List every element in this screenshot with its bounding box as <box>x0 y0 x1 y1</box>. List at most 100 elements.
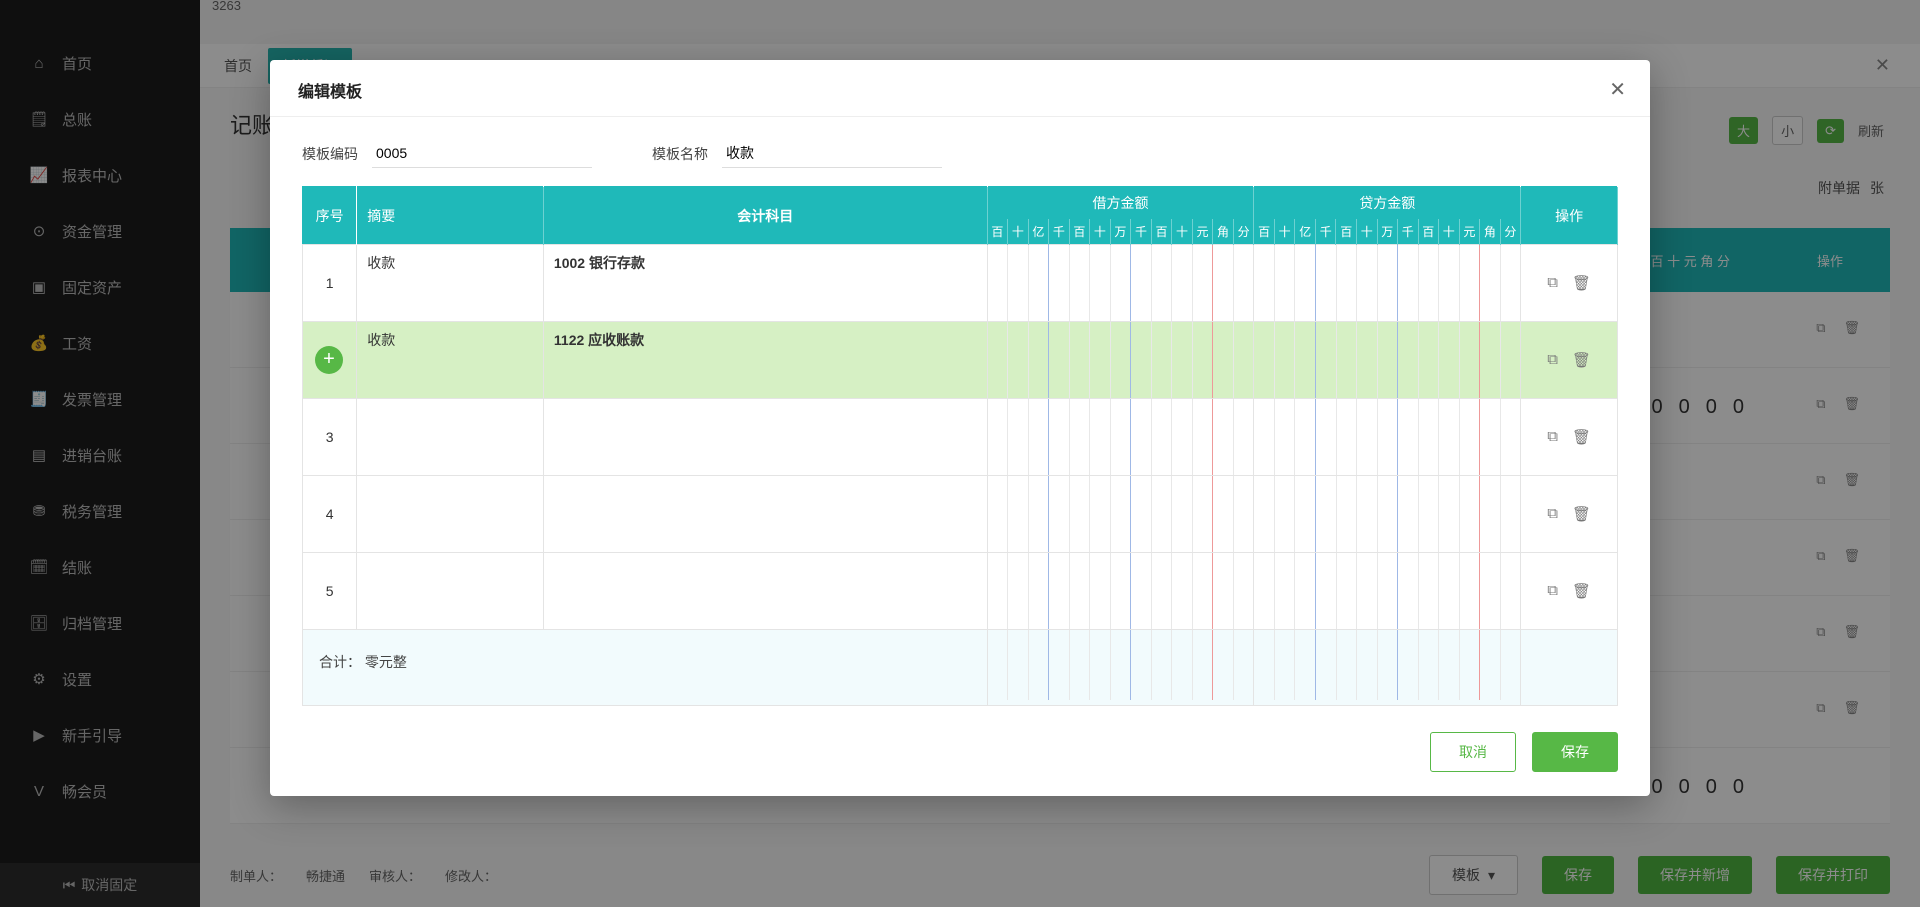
digit-cell[interactable] <box>1460 476 1481 552</box>
digit-cell[interactable] <box>1337 553 1358 629</box>
digit-cell[interactable] <box>1049 553 1070 629</box>
digit-cell[interactable] <box>1275 476 1296 552</box>
digit-cell[interactable] <box>1316 630 1337 700</box>
digit-cell[interactable] <box>1501 630 1521 700</box>
row-credit-amount[interactable] <box>1254 476 1521 553</box>
digit-cell[interactable] <box>1111 245 1132 321</box>
row-summary[interactable]: 收款 <box>357 322 544 399</box>
cancel-button[interactable]: 取消 <box>1430 732 1516 772</box>
digit-cell[interactable] <box>1070 399 1091 475</box>
digit-cell[interactable] <box>1275 553 1296 629</box>
digit-cell[interactable] <box>1090 476 1111 552</box>
digit-cell[interactable] <box>1460 245 1481 321</box>
digit-cell[interactable] <box>1131 553 1152 629</box>
digit-cell[interactable] <box>1316 399 1337 475</box>
digit-cell[interactable] <box>1419 399 1440 475</box>
digit-cell[interactable] <box>1480 399 1501 475</box>
digit-cell[interactable] <box>1460 630 1481 700</box>
digit-cell[interactable] <box>1275 245 1296 321</box>
digit-cell[interactable] <box>1234 553 1254 629</box>
digit-cell[interactable] <box>1193 630 1214 700</box>
digit-cell[interactable] <box>1029 476 1050 552</box>
digit-cell[interactable] <box>1131 322 1152 398</box>
modal-save-button[interactable]: 保存 <box>1532 732 1618 772</box>
row-debit-amount[interactable] <box>987 399 1254 476</box>
digit-cell[interactable] <box>1378 245 1399 321</box>
template-name-input[interactable] <box>722 139 942 168</box>
digit-cell[interactable] <box>1439 322 1460 398</box>
digit-cell[interactable] <box>1398 245 1419 321</box>
digit-cell[interactable] <box>1460 399 1481 475</box>
row-credit-amount[interactable] <box>1254 399 1521 476</box>
row-summary[interactable] <box>357 553 544 630</box>
row-credit-amount[interactable] <box>1254 553 1521 630</box>
digit-cell[interactable] <box>1254 630 1275 700</box>
digit-cell[interactable] <box>1029 245 1050 321</box>
digit-cell[interactable] <box>1193 553 1214 629</box>
row-account[interactable] <box>543 399 987 476</box>
digit-cell[interactable] <box>1090 245 1111 321</box>
digit-cell[interactable] <box>1275 399 1296 475</box>
digit-cell[interactable] <box>1172 476 1193 552</box>
digit-cell[interactable] <box>1398 322 1419 398</box>
add-row-button[interactable]: + <box>315 346 343 374</box>
digit-cell[interactable] <box>1234 476 1254 552</box>
digit-cell[interactable] <box>1357 399 1378 475</box>
digit-cell[interactable] <box>1439 245 1460 321</box>
digit-cell[interactable] <box>988 399 1009 475</box>
close-icon[interactable]: ✕ <box>1609 80 1626 100</box>
row-debit-amount[interactable] <box>987 476 1254 553</box>
copy-icon[interactable]: ⧉ <box>1547 351 1558 369</box>
digit-cell[interactable] <box>1419 553 1440 629</box>
digit-cell[interactable] <box>988 630 1009 700</box>
digit-cell[interactable] <box>1357 630 1378 700</box>
row-summary[interactable] <box>357 399 544 476</box>
digit-cell[interactable] <box>1152 322 1173 398</box>
delete-icon[interactable]: 🗑 <box>1572 505 1591 523</box>
copy-icon[interactable]: ⧉ <box>1547 428 1558 446</box>
row-debit-amount[interactable] <box>987 245 1254 322</box>
row-summary[interactable]: 收款 <box>357 245 544 322</box>
digit-cell[interactable] <box>1234 630 1254 700</box>
digit-cell[interactable] <box>1295 322 1316 398</box>
digit-cell[interactable] <box>1193 476 1214 552</box>
digit-cell[interactable] <box>1480 476 1501 552</box>
row-credit-amount[interactable] <box>1254 245 1521 322</box>
digit-cell[interactable] <box>1131 399 1152 475</box>
digit-cell[interactable] <box>1337 476 1358 552</box>
copy-icon[interactable]: ⧉ <box>1547 582 1558 600</box>
digit-cell[interactable] <box>1254 322 1275 398</box>
row-debit-amount[interactable] <box>987 553 1254 630</box>
digit-cell[interactable] <box>1213 399 1234 475</box>
digit-cell[interactable] <box>1501 553 1521 629</box>
digit-cell[interactable] <box>1070 322 1091 398</box>
digit-cell[interactable] <box>1029 630 1050 700</box>
digit-cell[interactable] <box>1234 245 1254 321</box>
digit-cell[interactable] <box>1254 476 1275 552</box>
digit-cell[interactable] <box>1111 553 1132 629</box>
digit-cell[interactable] <box>1254 399 1275 475</box>
delete-icon[interactable]: 🗑 <box>1572 428 1591 446</box>
digit-cell[interactable] <box>1049 630 1070 700</box>
digit-cell[interactable] <box>1419 245 1440 321</box>
digit-cell[interactable] <box>1378 630 1399 700</box>
digit-cell[interactable] <box>1193 399 1214 475</box>
digit-cell[interactable] <box>1111 476 1132 552</box>
row-credit-amount[interactable] <box>1254 322 1521 399</box>
digit-cell[interactable] <box>1460 322 1481 398</box>
digit-cell[interactable] <box>1152 476 1173 552</box>
digit-cell[interactable] <box>988 553 1009 629</box>
digit-cell[interactable] <box>1419 322 1440 398</box>
digit-cell[interactable] <box>1501 322 1521 398</box>
digit-cell[interactable] <box>1070 630 1091 700</box>
delete-icon[interactable]: 🗑 <box>1572 351 1591 369</box>
digit-cell[interactable] <box>1295 476 1316 552</box>
digit-cell[interactable] <box>1131 245 1152 321</box>
digit-cell[interactable] <box>1357 476 1378 552</box>
digit-cell[interactable] <box>1295 553 1316 629</box>
digit-cell[interactable] <box>1152 245 1173 321</box>
digit-cell[interactable] <box>1501 399 1521 475</box>
digit-cell[interactable] <box>1008 553 1029 629</box>
template-code-input[interactable] <box>372 139 592 168</box>
digit-cell[interactable] <box>1480 553 1501 629</box>
